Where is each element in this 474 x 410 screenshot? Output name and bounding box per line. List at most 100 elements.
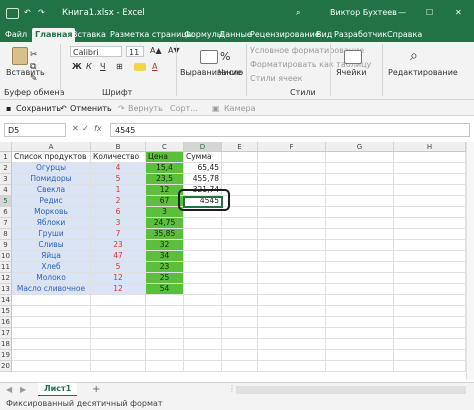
cell-d14[interactable] <box>184 295 222 306</box>
cell-g13[interactable] <box>326 284 394 295</box>
save-icon[interactable]: ▪ <box>6 104 11 113</box>
save-icon[interactable] <box>6 8 19 19</box>
cell-e7[interactable] <box>222 218 258 229</box>
cell-d1[interactable]: Сумма <box>184 152 222 163</box>
cell-e18[interactable] <box>222 339 258 350</box>
cell-h14[interactable] <box>394 295 466 306</box>
row-header[interactable]: 8 <box>0 229 12 240</box>
tab-view[interactable]: Вид <box>316 30 332 39</box>
cell-g20[interactable] <box>326 361 394 372</box>
cell-d3[interactable]: 455,78 <box>184 174 222 185</box>
name-box[interactable]: D5 <box>4 123 66 137</box>
cell-b9[interactable]: 23 <box>91 240 146 251</box>
column-header-d[interactable]: D <box>184 142 222 152</box>
enter-icon[interactable]: ✓ <box>82 124 89 133</box>
tab-insert[interactable]: Вставка <box>72 30 106 39</box>
cell-a6[interactable]: Морковь <box>12 207 91 218</box>
cell-a5[interactable]: Редис <box>12 196 91 207</box>
maximize-button[interactable]: ☐ <box>426 8 433 17</box>
cell-f8[interactable] <box>258 229 326 240</box>
minimize-button[interactable]: — <box>398 8 406 17</box>
cell-g6[interactable] <box>326 207 394 218</box>
tab-help[interactable]: Справка <box>387 30 422 39</box>
cell-d20[interactable] <box>184 361 222 372</box>
quick-undo-button[interactable]: Отменить <box>70 104 112 113</box>
cell-f10[interactable] <box>258 251 326 262</box>
cell-a16[interactable] <box>12 317 91 328</box>
row-header[interactable]: 18 <box>0 339 12 350</box>
cell-a4[interactable]: Свекла <box>12 185 91 196</box>
cell-d9[interactable] <box>184 240 222 251</box>
cell-g17[interactable] <box>326 328 394 339</box>
cell-f14[interactable] <box>258 295 326 306</box>
quick-sort-button[interactable]: Сорт... <box>170 104 198 113</box>
row-header[interactable]: 20 <box>0 361 12 372</box>
cell-f16[interactable] <box>258 317 326 328</box>
paste-icon[interactable] <box>12 47 28 65</box>
cell-c18[interactable] <box>146 339 184 350</box>
cell-e19[interactable] <box>222 350 258 361</box>
vertical-scrollbar[interactable] <box>466 142 474 380</box>
cell-f19[interactable] <box>258 350 326 361</box>
cell-h20[interactable] <box>394 361 466 372</box>
cell-b5[interactable]: 2 <box>91 196 146 207</box>
user-name[interactable]: Виктор Бухтеев <box>330 8 397 17</box>
cell-h18[interactable] <box>394 339 466 350</box>
cell-c16[interactable] <box>146 317 184 328</box>
cell-d11[interactable] <box>184 262 222 273</box>
cell-a17[interactable] <box>12 328 91 339</box>
cell-g4[interactable] <box>326 185 394 196</box>
italic-button[interactable]: К <box>86 62 92 71</box>
cancel-icon[interactable]: ✕ <box>72 124 79 133</box>
cell-c7[interactable]: 24,75 <box>146 218 184 229</box>
cut-icon[interactable]: ✂ <box>30 50 38 60</box>
font-size-select[interactable]: 11 <box>126 46 144 57</box>
quick-save-button[interactable]: Сохранить <box>16 104 61 113</box>
cell-b13[interactable]: 12 <box>91 284 146 295</box>
cell-g10[interactable] <box>326 251 394 262</box>
cell-h12[interactable] <box>394 273 466 284</box>
cell-d2[interactable]: 65,45 <box>184 163 222 174</box>
copy-icon[interactable]: ⧉ <box>30 62 36 72</box>
cell-f12[interactable] <box>258 273 326 284</box>
column-header-b[interactable]: B <box>91 142 146 152</box>
cell-g3[interactable] <box>326 174 394 185</box>
cell-c14[interactable] <box>146 295 184 306</box>
cell-h6[interactable] <box>394 207 466 218</box>
cell-f6[interactable] <box>258 207 326 218</box>
cell-g9[interactable] <box>326 240 394 251</box>
cell-e15[interactable] <box>222 306 258 317</box>
cell-d15[interactable] <box>184 306 222 317</box>
row-header[interactable]: 4 <box>0 185 12 196</box>
cell-g8[interactable] <box>326 229 394 240</box>
cells-button[interactable]: Ячейки <box>336 68 366 77</box>
cell-a1[interactable]: Список продуктов <box>12 152 91 163</box>
cell-a9[interactable]: Сливы <box>12 240 91 251</box>
cell-g14[interactable] <box>326 295 394 306</box>
cell-a8[interactable]: Груши <box>12 229 91 240</box>
column-header-f[interactable]: F <box>258 142 326 152</box>
cell-e14[interactable] <box>222 295 258 306</box>
tab-home[interactable]: Главная <box>32 28 76 42</box>
cell-e1[interactable] <box>222 152 258 163</box>
cell-g12[interactable] <box>326 273 394 284</box>
cell-g1[interactable] <box>326 152 394 163</box>
cell-styles-button[interactable]: Стили ячеек <box>250 74 303 83</box>
cell-h17[interactable] <box>394 328 466 339</box>
formula-input[interactable]: 4545 <box>110 123 470 137</box>
cell-c13[interactable]: 54 <box>146 284 184 295</box>
row-header[interactable]: 6 <box>0 207 12 218</box>
cell-h16[interactable] <box>394 317 466 328</box>
cell-d10[interactable] <box>184 251 222 262</box>
cell-b18[interactable] <box>91 339 146 350</box>
cell-h2[interactable] <box>394 163 466 174</box>
bold-button[interactable]: Ж <box>72 62 82 71</box>
row-header[interactable]: 1 <box>0 152 12 163</box>
tab-file[interactable]: Файл <box>5 30 27 39</box>
cell-b11[interactable]: 5 <box>91 262 146 273</box>
cell-c15[interactable] <box>146 306 184 317</box>
cell-a3[interactable]: Помидоры <box>12 174 91 185</box>
cell-c10[interactable]: 34 <box>146 251 184 262</box>
cell-f1[interactable] <box>258 152 326 163</box>
borders-icon[interactable]: ⊞ <box>116 62 123 71</box>
